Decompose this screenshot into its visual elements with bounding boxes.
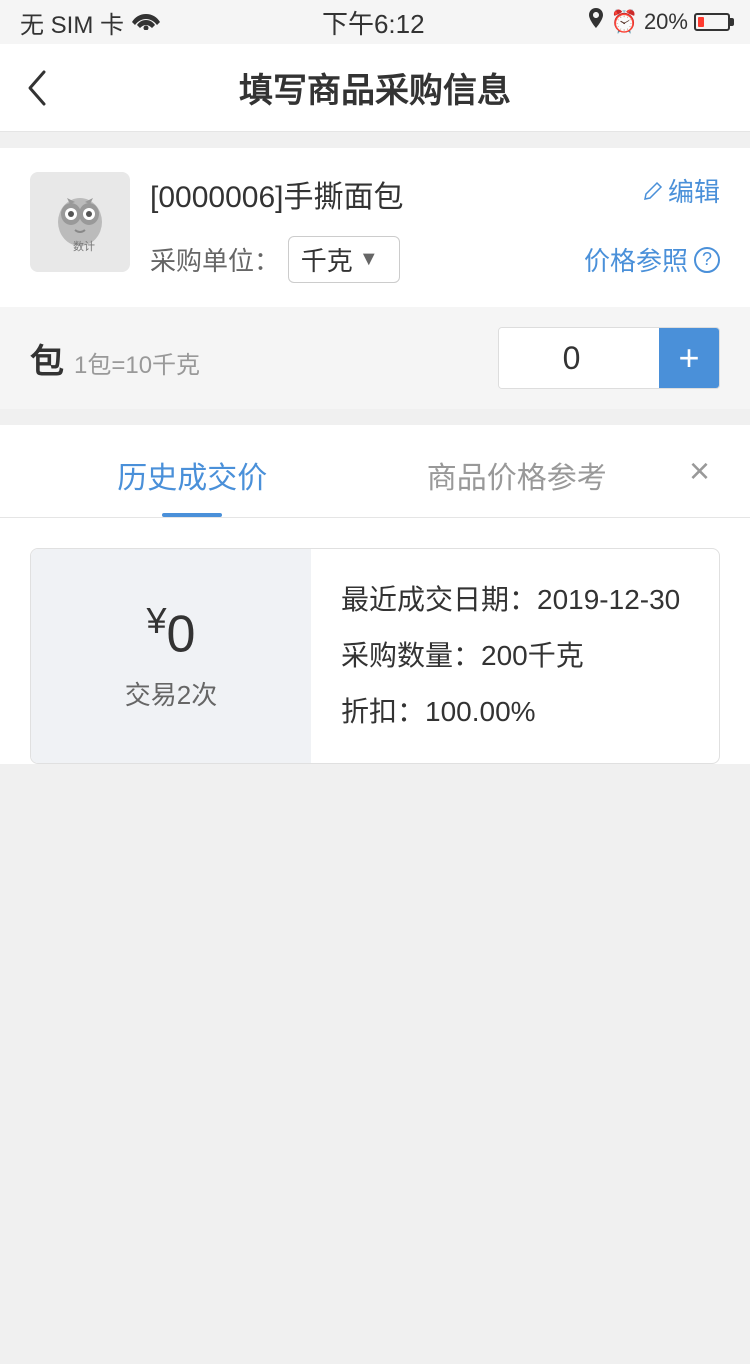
svg-text:数计: 数计 xyxy=(73,240,95,252)
product-card: 数计 [0000006]手撕面包 编辑 采购单位： 千克 ▼ 价格参照 xyxy=(0,148,750,307)
edit-button[interactable]: 编辑 xyxy=(642,172,720,209)
discount-row: 折扣：100.00% xyxy=(341,691,689,733)
quantity-input[interactable] xyxy=(499,328,659,388)
tabs-header: 历史成交价 商品价格参考 × xyxy=(0,425,750,518)
product-header: [0000006]手撕面包 编辑 xyxy=(150,172,720,216)
battery-icon xyxy=(694,13,730,31)
purchase-qty-label: 采购数量： xyxy=(341,640,481,671)
wifi-icon xyxy=(132,8,160,37)
price-ref-button[interactable]: 价格参照 ? xyxy=(584,241,720,278)
nav-bar: 填写商品采购信息 xyxy=(0,44,750,132)
transaction-price: ¥0 xyxy=(147,600,196,664)
unit-sub: 1包=10千克 xyxy=(74,345,200,380)
location-icon xyxy=(587,8,605,36)
unit-value: 千克 xyxy=(301,241,353,278)
quantity-input-group[interactable]: + xyxy=(498,327,720,389)
carrier-text: 无 SIM 卡 xyxy=(20,5,124,40)
alarm-icon: ⏰ xyxy=(611,9,638,35)
battery-percent: 20% xyxy=(644,9,688,35)
status-time: 下午6:12 xyxy=(322,4,425,41)
recent-date-row: 最近成交日期：2019-12-30 xyxy=(341,579,689,621)
product-name: [0000006]手撕面包 xyxy=(150,172,403,216)
transaction-count: 交易2次 xyxy=(125,675,217,712)
unit-info: 采购单位： 千克 ▼ xyxy=(150,236,400,283)
price-value: 0 xyxy=(167,606,196,664)
unit-label: 采购单位： xyxy=(150,246,280,276)
purchase-unit-row: 采购单位： 千克 ▼ 价格参照 ? xyxy=(150,236,720,283)
product-thumbnail: 数计 xyxy=(30,172,130,272)
product-info: [0000006]手撕面包 编辑 采购单位： 千克 ▼ 价格参照 ? xyxy=(150,172,720,283)
back-button[interactable] xyxy=(24,68,48,108)
quantity-plus-button[interactable]: + xyxy=(659,328,719,388)
tab-history-price[interactable]: 历史成交价 xyxy=(30,425,354,517)
purchase-qty-value: 200千克 xyxy=(481,640,584,671)
transaction-left: ¥0 交易2次 xyxy=(31,549,311,763)
yen-symbol: ¥ xyxy=(147,600,167,641)
status-bar: 无 SIM 卡 下午6:12 ⏰ 20% xyxy=(0,0,750,44)
page-title: 填写商品采购信息 xyxy=(239,63,511,112)
status-right: ⏰ 20% xyxy=(587,8,730,36)
discount-label: 折扣： xyxy=(341,696,425,727)
recent-date-value: 2019-12-30 xyxy=(537,584,680,615)
tab-price-ref[interactable]: 商品价格参考 xyxy=(354,425,678,517)
purchase-qty-row: 采购数量：200千克 xyxy=(341,635,689,677)
transaction-card: ¥0 交易2次 最近成交日期：2019-12-30 采购数量：200千克 折扣：… xyxy=(30,548,720,764)
dropdown-arrow-icon: ▼ xyxy=(359,248,379,271)
discount-value: 100.00% xyxy=(425,696,536,727)
status-left: 无 SIM 卡 xyxy=(20,5,160,40)
unit-select[interactable]: 千克 ▼ xyxy=(288,236,400,283)
info-icon: ? xyxy=(694,247,720,273)
content-area xyxy=(0,764,750,1364)
quantity-row: 包 1包=10千克 + xyxy=(0,307,750,409)
recent-date-label: 最近成交日期： xyxy=(341,584,537,615)
quantity-unit-info: 包 1包=10千克 xyxy=(30,334,200,383)
tab-close-button[interactable]: × xyxy=(679,440,720,502)
product-logo: 数计 xyxy=(45,182,115,262)
unit-main: 包 xyxy=(30,334,64,383)
tab-active-indicator xyxy=(162,513,222,517)
transaction-right: 最近成交日期：2019-12-30 采购数量：200千克 折扣：100.00% xyxy=(311,549,719,763)
price-ref-label: 价格参照 xyxy=(584,241,688,278)
tabs-container: 历史成交价 商品价格参考 × ¥0 交易2次 最近成交日期：2019-12-30… xyxy=(0,425,750,764)
